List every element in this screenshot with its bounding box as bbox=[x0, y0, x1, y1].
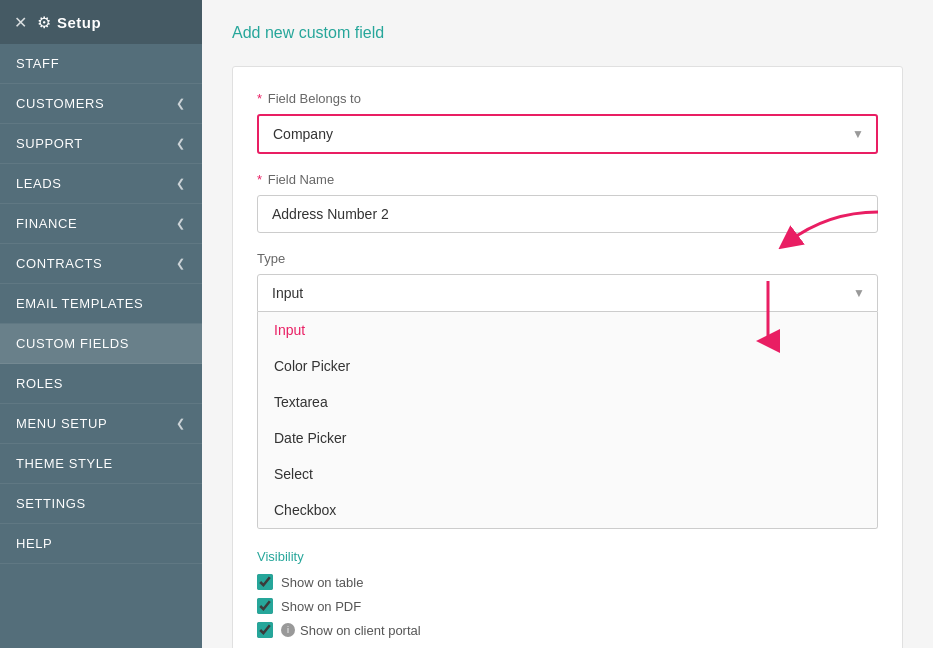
required-marker: * bbox=[257, 172, 262, 187]
field-name-group: * Field Name bbox=[257, 172, 878, 233]
dropdown-item-textarea[interactable]: Textarea bbox=[258, 384, 877, 420]
close-icon[interactable]: ✕ bbox=[14, 13, 27, 32]
sidebar-item-finance[interactable]: Finance ❮ bbox=[0, 204, 202, 244]
sidebar-item-theme-style[interactable]: Theme Style bbox=[0, 444, 202, 484]
sidebar-header: ✕ ⚙ Setup bbox=[0, 0, 202, 44]
chevron-right-icon: ❮ bbox=[176, 137, 186, 150]
sidebar-item-settings[interactable]: Settings bbox=[0, 484, 202, 524]
show-on-table-label: Show on table bbox=[281, 575, 363, 590]
chevron-right-icon: ❮ bbox=[176, 97, 186, 110]
main-content: Add new custom field * Field Belongs to … bbox=[202, 0, 933, 648]
field-belongs-to-select-wrapper: Company Contact Lead Project ▼ bbox=[257, 114, 878, 154]
sidebar-item-roles[interactable]: Roles bbox=[0, 364, 202, 404]
sidebar-item-custom-fields[interactable]: Custom Fields bbox=[0, 324, 202, 364]
dropdown-item-date-picker[interactable]: Date Picker bbox=[258, 420, 877, 456]
sidebar-item-email-templates[interactable]: Email Templates bbox=[0, 284, 202, 324]
sidebar-item-help[interactable]: Help bbox=[0, 524, 202, 564]
form-section: * Field Belongs to Company Contact Lead … bbox=[232, 66, 903, 648]
show-on-client-portal-label: Show on client portal bbox=[300, 623, 421, 638]
chevron-right-icon: ❮ bbox=[176, 417, 186, 430]
show-on-table-row: Show on table bbox=[257, 574, 878, 590]
field-belongs-to-select[interactable]: Company Contact Lead Project bbox=[259, 116, 876, 152]
sidebar-item-label: Roles bbox=[16, 376, 63, 391]
show-on-pdf-row: Show on PDF bbox=[257, 598, 878, 614]
sidebar-item-label: Leads bbox=[16, 176, 62, 191]
sidebar-item-label: Help bbox=[16, 536, 52, 551]
dropdown-item-checkbox[interactable]: Checkbox bbox=[258, 492, 877, 528]
sidebar-item-customers[interactable]: Customers ❮ bbox=[0, 84, 202, 124]
sidebar-item-label: Menu Setup bbox=[16, 416, 107, 431]
show-on-client-portal-checkbox[interactable] bbox=[257, 622, 273, 638]
sidebar-item-menu-setup[interactable]: Menu Setup ❮ bbox=[0, 404, 202, 444]
dropdown-item-select[interactable]: Select bbox=[258, 456, 877, 492]
info-icon: i bbox=[281, 623, 295, 637]
type-dropdown-list: Input Color Picker Textarea Date Picker … bbox=[257, 312, 878, 529]
sidebar-item-label: Staff bbox=[16, 56, 59, 71]
sidebar-item-staff[interactable]: Staff bbox=[0, 44, 202, 84]
show-on-table-checkbox[interactable] bbox=[257, 574, 273, 590]
show-on-pdf-label: Show on PDF bbox=[281, 599, 361, 614]
dropdown-item-input[interactable]: Input bbox=[258, 312, 877, 348]
chevron-right-icon: ❮ bbox=[176, 177, 186, 190]
visibility-label: Visibility bbox=[257, 549, 878, 564]
visibility-section: Visibility Show on table Show on PDF i S… bbox=[257, 549, 878, 638]
field-belongs-to-label: * Field Belongs to bbox=[257, 91, 878, 106]
sidebar-item-label: Settings bbox=[16, 496, 86, 511]
type-group: Type Input Color Picker Textarea Date Pi… bbox=[257, 251, 878, 529]
type-select-wrapper: Input Color Picker Textarea Date Picker … bbox=[257, 274, 878, 312]
sidebar-item-label: Theme Style bbox=[16, 456, 113, 471]
show-on-pdf-checkbox[interactable] bbox=[257, 598, 273, 614]
sidebar-item-label: Contracts bbox=[16, 256, 102, 271]
sidebar-item-label: Email Templates bbox=[16, 296, 143, 311]
page-title: Add new custom field bbox=[232, 24, 903, 42]
sidebar-title: Setup bbox=[57, 14, 101, 31]
chevron-right-icon: ❮ bbox=[176, 257, 186, 270]
chevron-right-icon: ❮ bbox=[176, 217, 186, 230]
type-label: Type bbox=[257, 251, 878, 266]
dropdown-item-color-picker[interactable]: Color Picker bbox=[258, 348, 877, 384]
field-belongs-to-group: * Field Belongs to Company Contact Lead … bbox=[257, 91, 878, 154]
required-marker: * bbox=[257, 91, 262, 106]
sidebar: ✕ ⚙ Setup Staff Customers ❮ Support ❮ Le… bbox=[0, 0, 202, 648]
sidebar-item-support[interactable]: Support ❮ bbox=[0, 124, 202, 164]
sidebar-item-label: Finance bbox=[16, 216, 77, 231]
sidebar-item-contracts[interactable]: Contracts ❮ bbox=[0, 244, 202, 284]
sidebar-item-label: Support bbox=[16, 136, 83, 151]
gear-icon: ⚙ bbox=[37, 13, 51, 32]
type-select[interactable]: Input Color Picker Textarea Date Picker … bbox=[258, 275, 877, 311]
sidebar-item-label: Customers bbox=[16, 96, 104, 111]
field-name-input[interactable] bbox=[257, 195, 878, 233]
field-name-label: * Field Name bbox=[257, 172, 878, 187]
sidebar-item-leads[interactable]: Leads ❮ bbox=[0, 164, 202, 204]
sidebar-item-label: Custom Fields bbox=[16, 336, 129, 351]
show-on-client-portal-row: i Show on client portal bbox=[257, 622, 878, 638]
